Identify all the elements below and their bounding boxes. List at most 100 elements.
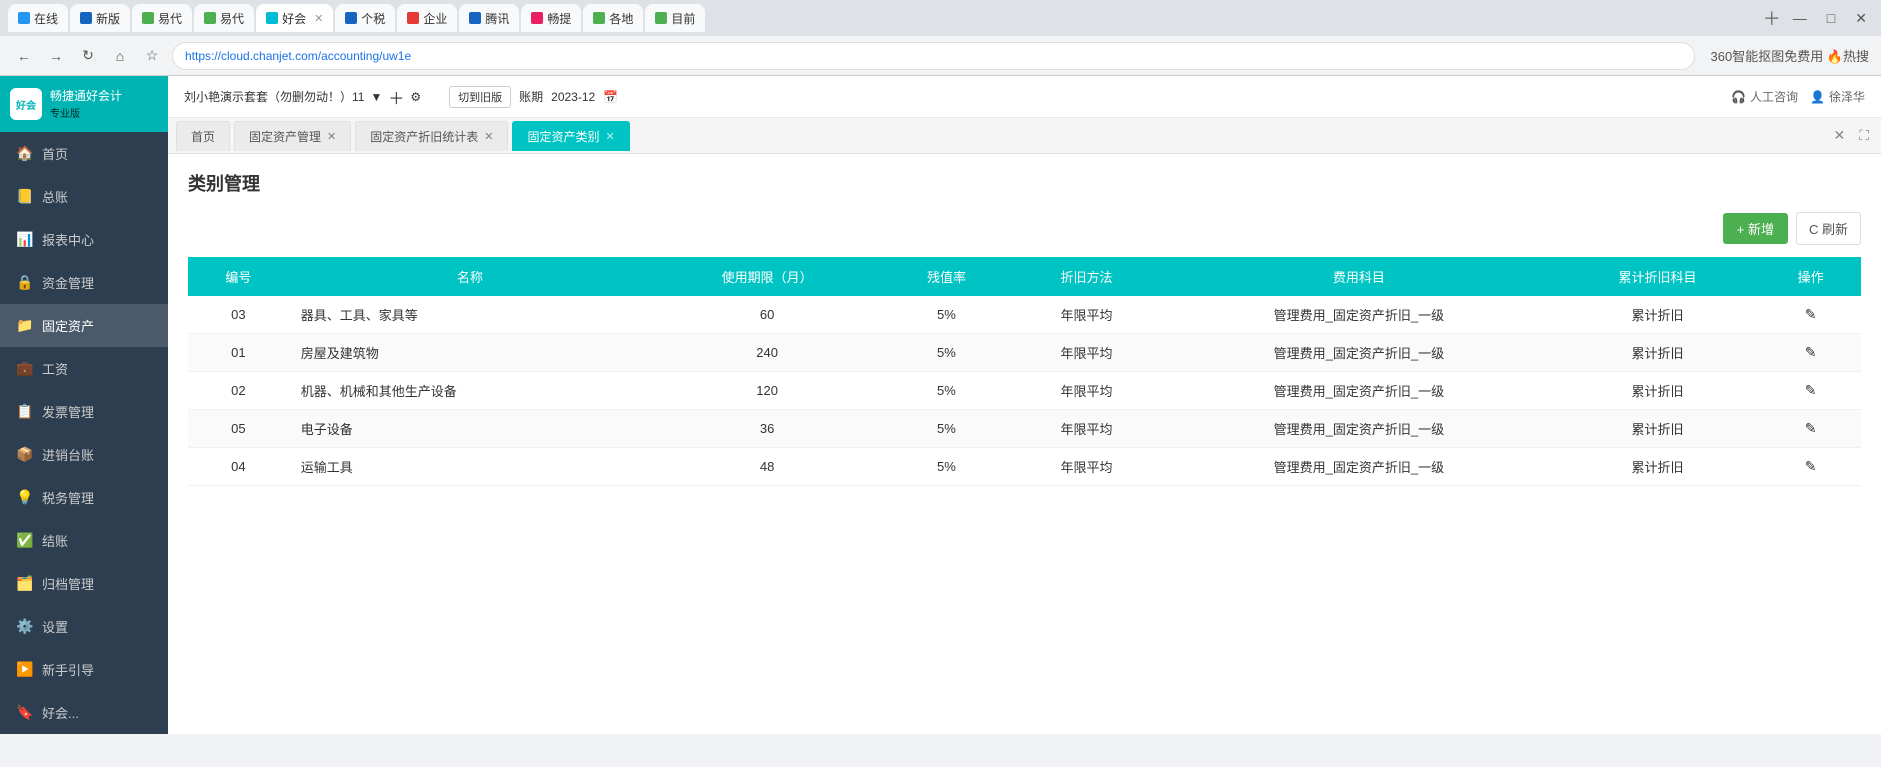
user-profile-button[interactable]: 👤 徐泽华 [1810,88,1865,105]
page-tab-0[interactable]: 首页 [176,121,230,151]
browser-tab-10[interactable]: 目前 [645,4,705,32]
cell-4: 年限平均 [1010,448,1163,486]
page-tab-close-1[interactable]: ✕ [327,130,336,143]
sidebar-item-more[interactable]: 🔖 好会... [0,691,168,734]
cell-1: 运输工具 [289,448,652,486]
account-period: 切到旧版 账期 2023-12 📅 [449,86,618,108]
col-header-7: 操作 [1760,257,1861,296]
cell-3: 5% [883,372,1010,410]
browser-tab-9[interactable]: 各地 [583,4,643,32]
cell-2: 120 [651,372,883,410]
cell-1: 器具、工具、家具等 [289,296,652,334]
col-header-2: 使用期限（月） [651,257,883,296]
sidebar-item-checkout[interactable]: ✅结账 [0,519,168,562]
new-tab-button[interactable]: ＋ [1759,5,1785,31]
settings-icon[interactable]: ⚙ [410,90,421,104]
browser-tab-1[interactable]: 新版 [70,4,130,32]
back-button[interactable]: ← [12,48,36,64]
sidebar-item-ledger[interactable]: 📒总账 [0,175,168,218]
sidebar-item-tax[interactable]: 💡税务管理 [0,476,168,519]
forward-button[interactable]: → [44,48,68,64]
search-icon[interactable]: 360智能抠图免费用 🔥热搜 [1711,46,1870,65]
sidebar-item-funds[interactable]: 🔒资金管理 [0,261,168,304]
close-tab-button[interactable]: ✕ [1829,127,1849,144]
page-tab-close-3[interactable]: ✕ [606,130,615,143]
sidebar-item-guide[interactable]: ▶️新手引导 [0,648,168,691]
cell-3: 5% [883,448,1010,486]
reload-button[interactable]: ↻ [76,47,100,64]
avatar-icon: 👤 [1810,90,1825,104]
window-close[interactable]: ✕ [1849,8,1873,29]
settings-icon: ⚙️ [16,618,32,635]
sidebar-item-home[interactable]: 🏠首页 [0,132,168,175]
browser-tab-5[interactable]: 个税 [335,4,395,32]
page-tab-close-2[interactable]: ✕ [484,130,493,143]
user-info: 刘小艳演示套套（勿删勿动！）11 ▼ ＋ ⚙ [184,85,421,109]
edit-button[interactable]: ✎ [1760,372,1861,410]
window-minimize[interactable]: — [1787,8,1813,28]
col-header-5: 费用科目 [1163,257,1555,296]
browser-tab-8[interactable]: 畅提 [521,4,581,32]
browser-tab-2[interactable]: 易代 [132,4,192,32]
sidebar-item-archive[interactable]: 🗂️ 归档管理 [0,562,168,605]
funds-icon: 🔒 [16,274,32,291]
sidebar-item-reports[interactable]: 📊报表中心 [0,218,168,261]
edit-button[interactable]: ✎ [1760,448,1861,486]
bookmark-button[interactable]: ☆ [140,47,164,64]
more-options-icon[interactable]: ＋ [388,85,404,109]
switch-old-version-button[interactable]: 切到旧版 [449,86,511,108]
sidebar-item-settings[interactable]: ⚙️设置 [0,605,168,648]
cell-2: 60 [651,296,883,334]
refresh-button[interactable]: C 刷新 [1796,212,1861,245]
sidebar-label-home: 首页 [42,144,68,163]
archive-icon: 🗂️ [16,575,32,592]
ledger-icon: 📒 [16,188,32,205]
table-body: 03器具、工具、家具等605%年限平均管理费用_固定资产折旧_一级累计折旧✎01… [188,296,1861,486]
consult-label: 人工咨询 [1750,88,1798,105]
sidebar-label-fixed-assets: 固定资产 [42,316,94,335]
browser-tab-4[interactable]: 好会✕ [256,4,333,32]
page-tab-2[interactable]: 固定资产折旧统计表✕ [355,121,508,151]
sidebar-item-stock[interactable]: 📦进销台账 [0,433,168,476]
table-row: 01房屋及建筑物2405%年限平均管理费用_固定资产折旧_一级累计折旧✎ [188,334,1861,372]
add-button[interactable]: + 新增 [1723,213,1788,244]
more-icon: 🔖 [16,704,32,721]
sidebar-label-salary: 工资 [42,359,68,378]
sidebar-item-salary[interactable]: 💼工资 [0,347,168,390]
page-tab-1[interactable]: 固定资产管理✕ [234,121,351,151]
edit-button[interactable]: ✎ [1760,296,1861,334]
main-content: 刘小艳演示套套（勿删勿动！）11 ▼ ＋ ⚙ 切到旧版 账期 2023-12 📅… [168,76,1881,734]
sidebar-item-fixed-assets[interactable]: 📁固定资产 [0,304,168,347]
tab-panel-controls: ✕ ⛶ [1829,127,1873,144]
sidebar-item-invoice[interactable]: 📋发票管理 [0,390,168,433]
window-maximize[interactable]: □ [1821,8,1841,28]
calendar-icon[interactable]: 📅 [603,90,618,104]
sidebar-label-archive: 归档管理 [42,574,94,593]
cell-6: 累计折旧 [1555,334,1760,372]
app-layout: 好会 畅捷通好会计 专业版 🏠首页📒总账📊报表中心🔒资金管理📁固定资产💼工资📋发… [0,76,1881,734]
browser-tab-7[interactable]: 腾讯 [459,4,519,32]
home-button[interactable]: ⌂ [108,48,132,64]
sidebar-label-more: 好会... [42,703,79,722]
tax-icon: 💡 [16,489,32,506]
sidebar-label-invoice: 发票管理 [42,402,94,421]
browser-tab-3[interactable]: 易代 [194,4,254,32]
browser-tab-0[interactable]: 在线 [8,4,68,32]
edit-button[interactable]: ✎ [1760,410,1861,448]
tab-close-icon[interactable]: ✕ [314,12,323,25]
col-header-6: 累计折旧科目 [1555,257,1760,296]
expand-tab-button[interactable]: ⛶ [1855,127,1873,144]
tab-controls: — □ ✕ [1787,8,1873,29]
address-input[interactable] [172,42,1695,70]
table-row: 05电子设备365%年限平均管理费用_固定资产折旧_一级累计折旧✎ [188,410,1861,448]
logo-title: 畅捷通好会计 [50,88,122,105]
edit-button[interactable]: ✎ [1760,334,1861,372]
content-area: 类别管理 + 新增 C 刷新 编号名称使用期限（月）残值率折旧方法费用科目累计折… [168,154,1881,734]
cell-id: 02 [188,372,289,410]
user-name-header: 徐泽华 [1829,88,1865,105]
page-tab-3[interactable]: 固定资产类别✕ [512,121,629,151]
consult-button[interactable]: 🎧 人工咨询 [1731,88,1798,105]
dropdown-arrow-icon[interactable]: ▼ [370,90,382,104]
browser-tab-6[interactable]: 企业 [397,4,457,32]
cell-6: 累计折旧 [1555,448,1760,486]
